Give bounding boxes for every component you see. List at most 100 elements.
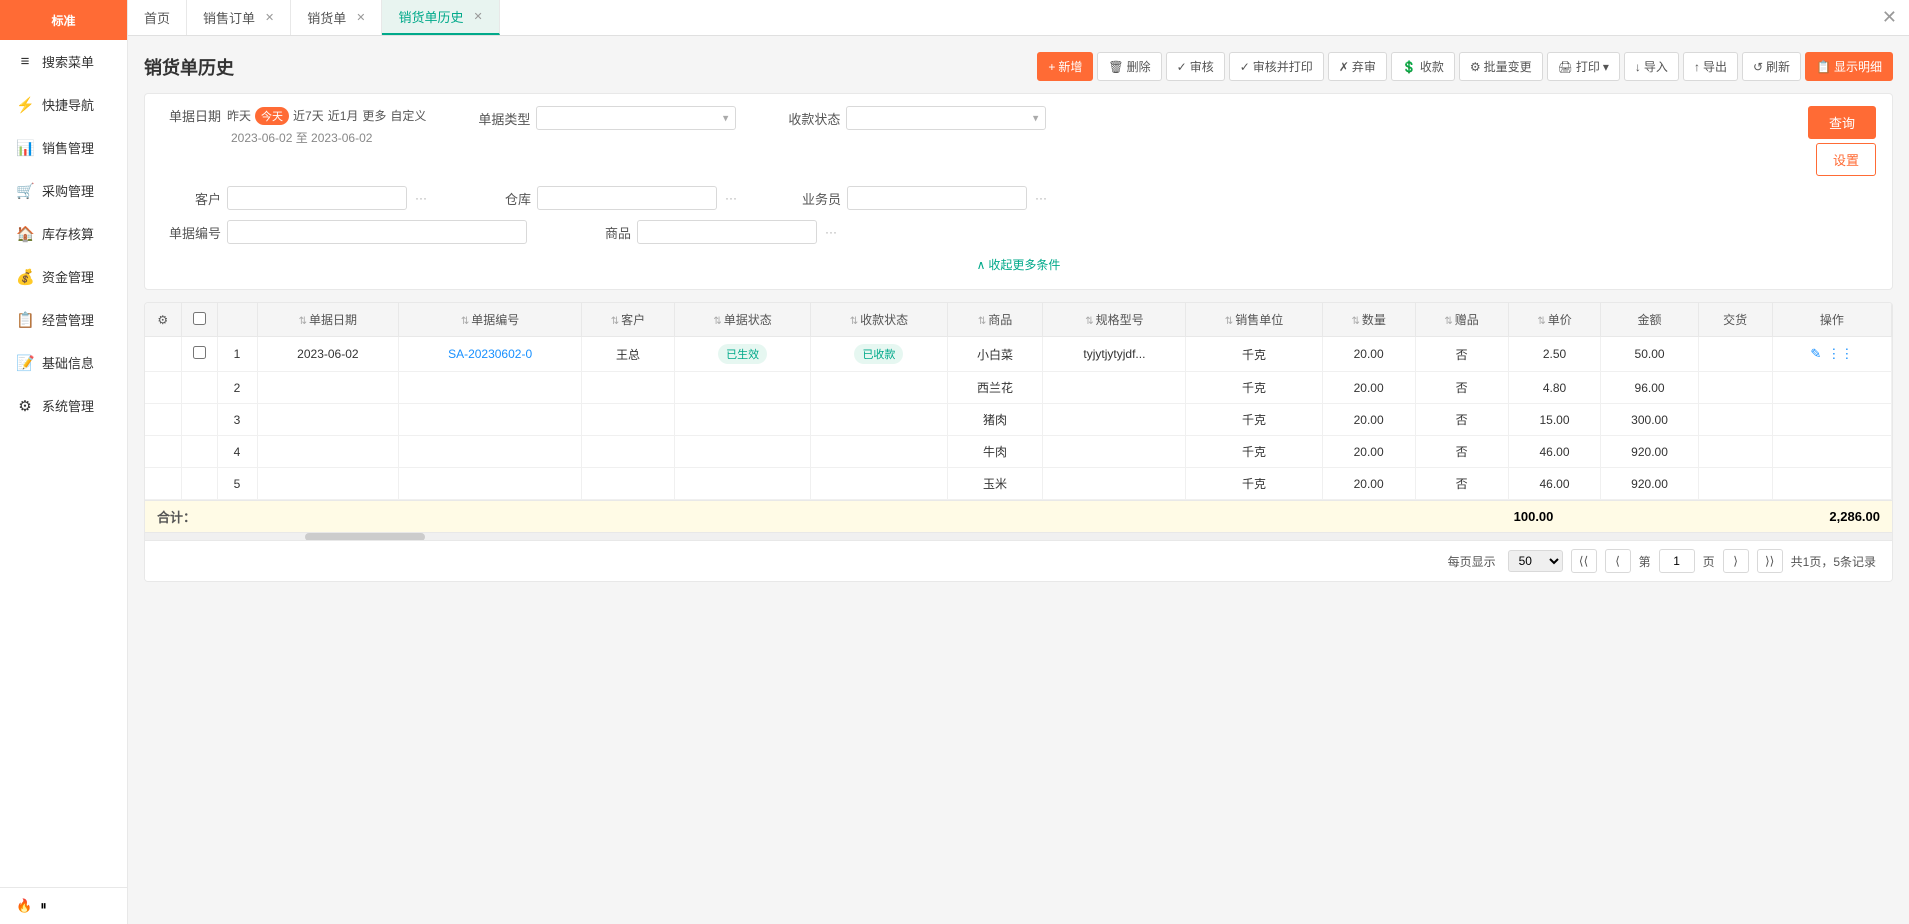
- query-button[interactable]: 查询: [1808, 106, 1876, 139]
- next-page-button[interactable]: ⟩: [1723, 549, 1749, 573]
- select-all-checkbox[interactable]: [193, 312, 206, 325]
- date-custom[interactable]: 自定义: [390, 107, 426, 124]
- settings-button[interactable]: 设置: [1816, 143, 1876, 176]
- sidebar-item-search[interactable]: ≡ 搜索菜单: [0, 40, 127, 83]
- add-button[interactable]: + 新增: [1037, 52, 1093, 81]
- print-button[interactable]: 🖨 打印 ▾: [1547, 52, 1620, 81]
- date-1month[interactable]: 近1月: [328, 107, 359, 124]
- goods-input[interactable]: [637, 220, 817, 244]
- docno-input[interactable]: [227, 220, 527, 244]
- date-yesterday[interactable]: 昨天: [227, 107, 251, 124]
- th-check[interactable]: [181, 303, 217, 337]
- per-page-select[interactable]: 50 100: [1508, 550, 1563, 572]
- first-page-button[interactable]: ⟨⟨: [1571, 549, 1597, 573]
- td-check[interactable]: [181, 372, 217, 404]
- warehouse-dots-button[interactable]: ···: [725, 191, 737, 205]
- export-button[interactable]: ↑ 导出: [1683, 52, 1738, 81]
- td-check[interactable]: [181, 436, 217, 468]
- pause-icon[interactable]: ⏸: [40, 898, 47, 914]
- td-check[interactable]: [181, 337, 217, 372]
- page-number-input[interactable]: [1659, 549, 1695, 573]
- total-qty: 100.00: [1514, 509, 1554, 524]
- batch-icon: ⚙: [1470, 60, 1481, 74]
- sidebar-item-sales[interactable]: 📊 销售管理: [0, 126, 127, 169]
- td-actions[interactable]: [1772, 372, 1891, 404]
- sidebar-item-finance[interactable]: 💰 资金管理: [0, 255, 127, 298]
- th-unit-price[interactable]: ⇅单价: [1508, 303, 1601, 337]
- td-goods: 牛肉: [947, 436, 1043, 468]
- sidebar-item-operations[interactable]: 📋 经营管理: [0, 298, 127, 341]
- fire-icon[interactable]: 🔥: [16, 898, 32, 914]
- close-history-icon[interactable]: ✕: [474, 10, 483, 23]
- footer-label: 合计：: [157, 507, 196, 526]
- tab-sales-history[interactable]: 销货单历史 ✕: [382, 0, 499, 35]
- print-icon: 🖨: [1558, 60, 1573, 74]
- import-button[interactable]: ↓ 导入: [1624, 52, 1679, 81]
- th-qty[interactable]: ⇅数量: [1322, 303, 1415, 337]
- th-goods[interactable]: ⇅商品: [947, 303, 1043, 337]
- td-actions[interactable]: [1772, 404, 1891, 436]
- sidebar-item-inventory[interactable]: 🏠 库存核算: [0, 212, 127, 255]
- date-7days[interactable]: 近7天: [293, 107, 324, 124]
- status-select[interactable]: [846, 106, 1046, 130]
- th-unit[interactable]: ⇅销售单位: [1186, 303, 1322, 337]
- salesperson-input[interactable]: [847, 186, 1027, 210]
- type-select[interactable]: [536, 106, 736, 130]
- th-doc-date[interactable]: ⇅单据日期: [257, 303, 399, 337]
- delete-button[interactable]: 🗑 删除: [1097, 52, 1161, 81]
- td-doc-no: [399, 372, 582, 404]
- td-actions[interactable]: [1772, 436, 1891, 468]
- last-page-button[interactable]: ⟩⟩: [1757, 549, 1783, 573]
- td-gift: 否: [1415, 337, 1508, 372]
- sidebar-item-quicknav[interactable]: ⚡ 快捷导航: [0, 83, 127, 126]
- customer-dots-button[interactable]: ···: [415, 191, 427, 205]
- audit-button[interactable]: ✓ 审核: [1166, 52, 1225, 81]
- th-trade: 交货: [1698, 303, 1772, 337]
- td-gift: 否: [1415, 468, 1508, 500]
- close-sales-goods-icon[interactable]: ✕: [356, 11, 365, 24]
- tab-home[interactable]: 首页: [128, 0, 187, 35]
- audit-print-button[interactable]: ✓ 审核并打印: [1229, 52, 1324, 81]
- show-detail-button[interactable]: 📋 显示明细: [1805, 52, 1893, 81]
- th-pay-status[interactable]: ⇅收款状态: [811, 303, 947, 337]
- close-all-tabs-button[interactable]: ✕: [1870, 7, 1909, 28]
- th-customer[interactable]: ⇅客户: [581, 303, 674, 337]
- td-actions[interactable]: ✎⋮⋮: [1772, 337, 1891, 372]
- tab-sales-order[interactable]: 销售订单 ✕: [187, 0, 291, 35]
- prev-page-button[interactable]: ⟨: [1605, 549, 1631, 573]
- date-today[interactable]: 今天: [255, 107, 289, 125]
- collect-button[interactable]: 💲 收款: [1391, 52, 1455, 81]
- collapse-filter-button[interactable]: ∧ 收起更多条件: [965, 252, 1073, 277]
- close-sales-order-icon[interactable]: ✕: [265, 11, 274, 24]
- sidebar-item-purchase[interactable]: 🛒 采购管理: [0, 169, 127, 212]
- th-spec[interactable]: ⇅规格型号: [1043, 303, 1186, 337]
- th-doc-no[interactable]: ⇅单据编号: [399, 303, 582, 337]
- customer-input[interactable]: [227, 186, 407, 210]
- td-check[interactable]: [181, 468, 217, 500]
- delete-icon: 🗑: [1108, 60, 1123, 74]
- warehouse-input[interactable]: [537, 186, 717, 210]
- abandon-button[interactable]: ✗ 弃审: [1328, 52, 1387, 81]
- td-pay-status: [811, 436, 947, 468]
- td-seq: 5: [217, 468, 257, 500]
- td-unit-price: 46.00: [1508, 468, 1601, 500]
- horizontal-scrollbar[interactable]: [145, 532, 1892, 540]
- th-doc-status[interactable]: ⇅单据状态: [674, 303, 810, 337]
- salesperson-dots-button[interactable]: ···: [1035, 191, 1047, 205]
- th-gift[interactable]: ⇅赠品: [1415, 303, 1508, 337]
- td-customer: [581, 404, 674, 436]
- audit-icon: ✓: [1177, 60, 1187, 74]
- sidebar-item-basic[interactable]: 📝 基础信息: [0, 341, 127, 384]
- td-check[interactable]: [181, 404, 217, 436]
- goods-dots-button[interactable]: ···: [825, 225, 837, 239]
- th-settings[interactable]: ⚙: [145, 303, 181, 337]
- td-doc-status: [674, 436, 810, 468]
- per-page-label: 每页显示: [1448, 553, 1496, 570]
- batch-change-button[interactable]: ⚙ 批量变更: [1459, 52, 1543, 81]
- refresh-button[interactable]: ↺ 刷新: [1742, 52, 1801, 81]
- abandon-icon: ✗: [1339, 60, 1349, 74]
- sidebar-item-system[interactable]: ⚙ 系统管理: [0, 384, 127, 427]
- td-actions[interactable]: [1772, 468, 1891, 500]
- tab-sales-goods[interactable]: 销货单 ✕: [291, 0, 382, 35]
- date-more[interactable]: 更多: [362, 107, 386, 124]
